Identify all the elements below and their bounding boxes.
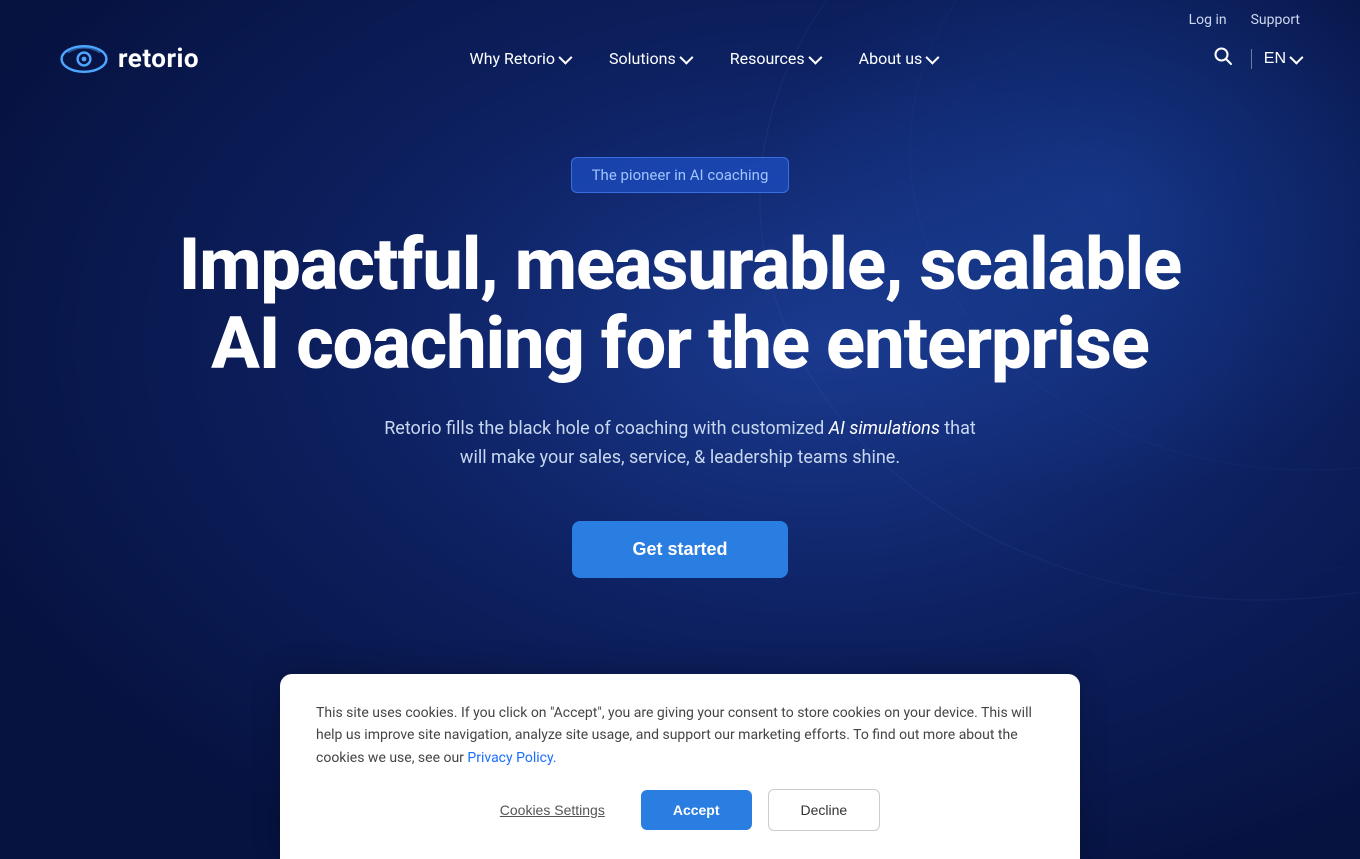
get-started-button[interactable]: Get started bbox=[572, 521, 787, 578]
logo-text: retorio bbox=[118, 44, 199, 74]
cookies-settings-button[interactable]: Cookies Settings bbox=[480, 792, 625, 828]
nav-item-why-retorio[interactable]: Why Retorio bbox=[454, 41, 586, 76]
cookie-message: This site uses cookies. If you click on … bbox=[316, 702, 1044, 769]
language-selector[interactable]: EN bbox=[1264, 50, 1300, 68]
hero-section: The pioneer in AI coaching Impactful, me… bbox=[0, 97, 1360, 618]
search-icon bbox=[1213, 46, 1233, 66]
top-utility-bar: Log in Support bbox=[0, 0, 1360, 40]
support-link[interactable]: Support bbox=[1251, 12, 1300, 28]
chevron-down-icon bbox=[926, 50, 940, 64]
nav-divider bbox=[1251, 49, 1252, 69]
privacy-policy-link[interactable]: Privacy Policy. bbox=[467, 750, 556, 766]
nav-item-resources[interactable]: Resources bbox=[714, 41, 835, 76]
logo[interactable]: retorio bbox=[60, 43, 199, 75]
chevron-down-icon bbox=[679, 50, 693, 64]
chevron-down-icon bbox=[808, 50, 822, 64]
login-link[interactable]: Log in bbox=[1189, 12, 1227, 28]
nav-links: Why Retorio Solutions Resources About us bbox=[454, 41, 953, 76]
nav-item-solutions[interactable]: Solutions bbox=[593, 41, 706, 76]
hero-subtitle: Retorio fills the black hole of coaching… bbox=[380, 415, 980, 473]
accept-cookies-button[interactable]: Accept bbox=[641, 790, 752, 830]
hero-badge: The pioneer in AI coaching bbox=[571, 157, 790, 193]
logo-icon bbox=[60, 43, 108, 75]
cookie-banner: This site uses cookies. If you click on … bbox=[280, 674, 1080, 859]
hero-title: Impactful, measurable, scalable AI coach… bbox=[130, 225, 1230, 383]
chevron-down-icon bbox=[558, 50, 572, 64]
chevron-down-icon bbox=[1289, 50, 1303, 64]
cookie-actions: Cookies Settings Accept Decline bbox=[316, 789, 1044, 831]
nav-right: EN bbox=[1207, 40, 1300, 77]
search-button[interactable] bbox=[1207, 40, 1239, 77]
decline-cookies-button[interactable]: Decline bbox=[768, 789, 881, 831]
main-nav: retorio Why Retorio Solutions Resources … bbox=[0, 40, 1360, 97]
nav-item-about-us[interactable]: About us bbox=[843, 41, 953, 76]
